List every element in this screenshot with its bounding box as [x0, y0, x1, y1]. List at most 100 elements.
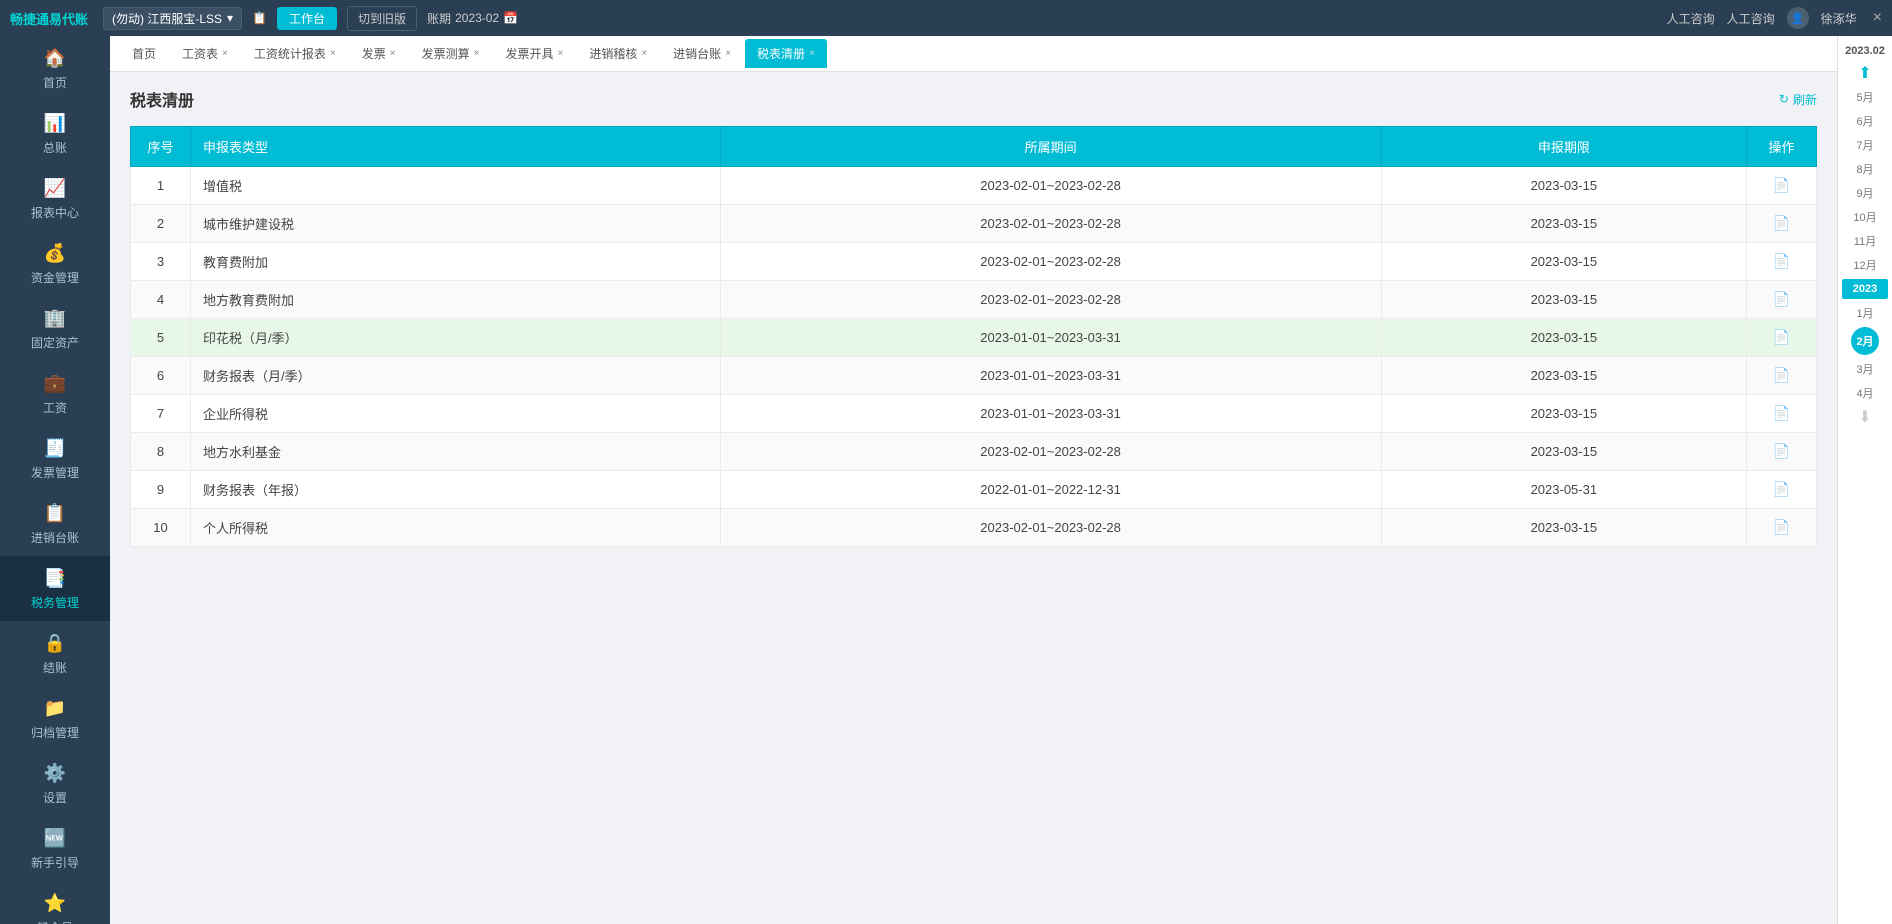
- sidebar-item-member[interactable]: ⭐ 畅会员: [0, 881, 110, 924]
- switch-button[interactable]: 切到旧版: [347, 6, 417, 31]
- sidebar-item-reconcile[interactable]: 📋 进销台账: [0, 491, 110, 556]
- tab-tax-register-close[interactable]: ×: [809, 48, 815, 59]
- ai-consult-button[interactable]: 人工咨询: [1667, 10, 1715, 27]
- sidebar-item-capital[interactable]: 💰 资金管理: [0, 231, 110, 296]
- cell-action[interactable]: 📄: [1747, 509, 1817, 547]
- sidebar-item-closing[interactable]: 🔒 结账: [0, 621, 110, 686]
- cell-period: 2023-02-01~2023-02-28: [720, 433, 1381, 471]
- sidebar-item-guide[interactable]: 🆕 新手引导: [0, 816, 110, 881]
- tab-salary-close[interactable]: ×: [222, 48, 228, 59]
- tab-invoice-close[interactable]: ×: [390, 48, 396, 59]
- table-body: 1增值税2023-02-01~2023-02-282023-03-15📄2城市维…: [131, 167, 1817, 547]
- tab-invoice-open-close[interactable]: ×: [557, 48, 563, 59]
- sidebar-item-salary[interactable]: 💼 工资: [0, 361, 110, 426]
- reconcile-icon: 📋: [43, 501, 67, 525]
- top-right-actions: 人工咨询 人工咨询 👤 徐涿华 ×: [1667, 7, 1882, 29]
- col-period: 所属期间: [720, 127, 1381, 167]
- timeline-down-button[interactable]: ⬇: [1858, 407, 1871, 427]
- sidebar-label-member: 畅会员: [37, 919, 73, 924]
- table-row: 6财务报表（月/季）2023-01-01~2023-03-312023-03-1…: [131, 357, 1817, 395]
- action-icon[interactable]: 📄: [1773, 443, 1790, 459]
- sidebar-item-ledger[interactable]: 📊 总账: [0, 101, 110, 166]
- closing-icon: 🔒: [43, 631, 67, 655]
- action-icon[interactable]: 📄: [1773, 329, 1790, 345]
- cell-action[interactable]: 📄: [1747, 167, 1817, 205]
- workbench-button[interactable]: 工作台: [277, 7, 337, 30]
- cell-action[interactable]: 📄: [1747, 243, 1817, 281]
- tab-home[interactable]: 首页: [120, 39, 168, 68]
- tab-invoice-open[interactable]: 发票开具 ×: [493, 39, 575, 68]
- cell-type: 个人所得税: [191, 509, 721, 547]
- timeline-month-5[interactable]: 5月: [1838, 85, 1892, 109]
- timeline-month-7[interactable]: 7月: [1838, 133, 1892, 157]
- action-icon[interactable]: 📄: [1773, 519, 1790, 535]
- tab-salary-label: 工资表: [182, 45, 218, 62]
- timeline-month-11[interactable]: 11月: [1838, 229, 1892, 253]
- cell-action[interactable]: 📄: [1747, 471, 1817, 509]
- cell-period: 2023-02-01~2023-02-28: [720, 243, 1381, 281]
- sidebar-item-tax[interactable]: 📑 税务管理: [0, 556, 110, 621]
- timeline-month-1[interactable]: 1月: [1838, 301, 1892, 325]
- timeline-month-8[interactable]: 8月: [1838, 157, 1892, 181]
- app-logo: 畅捷通易代账: [10, 9, 88, 28]
- col-deadline: 申报期限: [1381, 127, 1746, 167]
- tab-salary-report-close[interactable]: ×: [330, 48, 336, 59]
- tab-salary-report[interactable]: 工资统计报表 ×: [242, 39, 348, 68]
- calendar-icon[interactable]: 📅: [503, 11, 518, 25]
- cell-deadline: 2023-03-15: [1381, 509, 1746, 547]
- action-icon[interactable]: 📄: [1773, 253, 1790, 269]
- tab-purchase-review[interactable]: 进销稽核 ×: [577, 39, 659, 68]
- timeline-month-10[interactable]: 10月: [1838, 205, 1892, 229]
- sidebar-item-settings[interactable]: ⚙️ 设置: [0, 751, 110, 816]
- action-icon[interactable]: 📄: [1773, 215, 1790, 231]
- cell-seq: 6: [131, 357, 191, 395]
- tab-invoice-check-close[interactable]: ×: [474, 48, 480, 59]
- action-icon[interactable]: 📄: [1773, 405, 1790, 421]
- cell-deadline: 2023-03-15: [1381, 357, 1746, 395]
- tab-invoice[interactable]: 发票 ×: [350, 39, 408, 68]
- cell-period: 2023-02-01~2023-02-28: [720, 281, 1381, 319]
- table-header-row: 序号 申报表类型 所属期间 申报期限 操作: [131, 127, 1817, 167]
- refresh-button[interactable]: ↻ 刷新: [1779, 91, 1817, 108]
- tab-salary[interactable]: 工资表 ×: [170, 39, 240, 68]
- action-icon[interactable]: 📄: [1773, 367, 1790, 383]
- tab-invoice-check[interactable]: 发票测算 ×: [410, 39, 492, 68]
- sidebar-label-salary: 工资: [43, 399, 67, 416]
- tab-tax-register[interactable]: 税表清册 ×: [745, 39, 827, 68]
- tab-invoice-open-label: 发票开具: [505, 45, 553, 62]
- timeline-month-3[interactable]: 3月: [1838, 357, 1892, 381]
- ai-consult-label[interactable]: 人工咨询: [1727, 10, 1775, 27]
- timeline-month-6[interactable]: 6月: [1838, 109, 1892, 133]
- copy-icon[interactable]: 📋: [252, 11, 267, 25]
- cell-action[interactable]: 📄: [1747, 319, 1817, 357]
- tab-purchase-ledger-close[interactable]: ×: [725, 48, 731, 59]
- sidebar-item-invoice[interactable]: 🧾 发票管理: [0, 426, 110, 491]
- timeline-month-12[interactable]: 12月: [1838, 253, 1892, 277]
- sidebar-item-report[interactable]: 📈 报表中心: [0, 166, 110, 231]
- sidebar-item-fixed-assets[interactable]: 🏢 固定资产: [0, 296, 110, 361]
- timeline-month-2-active[interactable]: 2月: [1851, 327, 1879, 355]
- cell-action[interactable]: 📄: [1747, 357, 1817, 395]
- cell-action[interactable]: 📄: [1747, 395, 1817, 433]
- timeline-month-9[interactable]: 9月: [1838, 181, 1892, 205]
- cell-deadline: 2023-03-15: [1381, 167, 1746, 205]
- cell-type: 增值税: [191, 167, 721, 205]
- company-selector[interactable]: (勿动) 江西服宝-LSS ▾: [103, 7, 242, 30]
- tab-purchase-review-close[interactable]: ×: [641, 48, 647, 59]
- cell-seq: 9: [131, 471, 191, 509]
- action-icon[interactable]: 📄: [1773, 291, 1790, 307]
- timeline-month-4[interactable]: 4月: [1838, 381, 1892, 405]
- cell-action[interactable]: 📄: [1747, 281, 1817, 319]
- close-button[interactable]: ×: [1873, 9, 1882, 27]
- action-icon[interactable]: 📄: [1773, 481, 1790, 497]
- sidebar-item-archive[interactable]: 📁 归档管理: [0, 686, 110, 751]
- cell-action[interactable]: 📄: [1747, 433, 1817, 471]
- guide-icon: 🆕: [43, 826, 67, 850]
- action-icon[interactable]: 📄: [1773, 177, 1790, 193]
- sidebar-item-home[interactable]: 🏠 首页: [0, 36, 110, 101]
- content-area: 首页 工资表 × 工资统计报表 × 发票 × 发票测算 × 发票开具 ×: [110, 36, 1837, 924]
- cell-action[interactable]: 📄: [1747, 205, 1817, 243]
- timeline-up-button[interactable]: ⬆: [1858, 63, 1871, 83]
- tab-purchase-ledger[interactable]: 进销台账 ×: [661, 39, 743, 68]
- timeline-year-2023[interactable]: 2023: [1842, 279, 1888, 299]
